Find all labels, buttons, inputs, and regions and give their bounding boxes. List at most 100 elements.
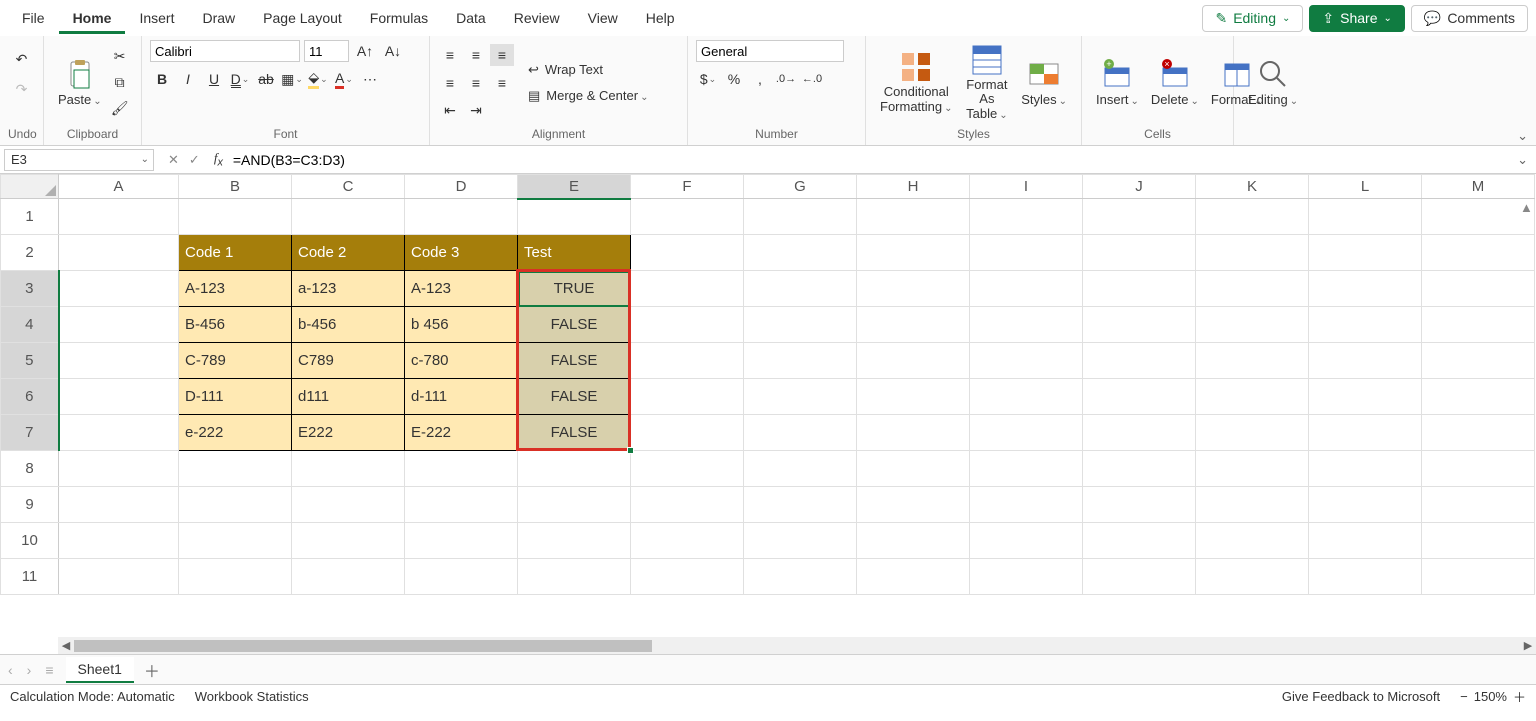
cell-H10[interactable] bbox=[857, 523, 970, 559]
menu-help[interactable]: Help bbox=[632, 2, 689, 34]
cell-H9[interactable] bbox=[857, 487, 970, 523]
cell-M10[interactable] bbox=[1422, 523, 1535, 559]
cell-E1[interactable] bbox=[518, 199, 631, 235]
column-header-J[interactable]: J bbox=[1083, 175, 1196, 199]
increase-font-button[interactable]: A↑ bbox=[353, 40, 377, 62]
cell-E4[interactable]: FALSE bbox=[518, 307, 631, 343]
cell-F1[interactable] bbox=[631, 199, 744, 235]
row-header-4[interactable]: 4 bbox=[1, 307, 59, 343]
cell-K11[interactable] bbox=[1196, 559, 1309, 595]
cell-B10[interactable] bbox=[179, 523, 292, 559]
cell-L11[interactable] bbox=[1309, 559, 1422, 595]
copy-button[interactable]: ⧉ bbox=[108, 72, 132, 94]
insert-cells-button[interactable]: + Insert bbox=[1090, 58, 1145, 107]
cell-L7[interactable] bbox=[1309, 415, 1422, 451]
cell-E10[interactable] bbox=[518, 523, 631, 559]
cell-H7[interactable] bbox=[857, 415, 970, 451]
cell-I7[interactable] bbox=[970, 415, 1083, 451]
cell-A11[interactable] bbox=[59, 559, 179, 595]
add-sheet-button[interactable]: ＋ bbox=[144, 658, 160, 682]
cut-button[interactable]: ✂ bbox=[108, 46, 132, 68]
cell-I9[interactable] bbox=[970, 487, 1083, 523]
cell-C3[interactable]: a-123 bbox=[292, 271, 405, 307]
cell-B1[interactable] bbox=[179, 199, 292, 235]
cell-H1[interactable] bbox=[857, 199, 970, 235]
cell-K2[interactable] bbox=[1196, 235, 1309, 271]
cell-I4[interactable] bbox=[970, 307, 1083, 343]
menu-home[interactable]: Home bbox=[59, 2, 126, 34]
row-header-1[interactable]: 1 bbox=[1, 199, 59, 235]
cell-F8[interactable] bbox=[631, 451, 744, 487]
cell-H2[interactable] bbox=[857, 235, 970, 271]
align-right-button[interactable]: ≡ bbox=[490, 72, 514, 94]
menu-formulas[interactable]: Formulas bbox=[356, 2, 442, 34]
comma-button[interactable]: , bbox=[748, 68, 772, 90]
double-underline-button[interactable]: D bbox=[228, 68, 252, 90]
row-header-11[interactable]: 11 bbox=[1, 559, 59, 595]
menu-view[interactable]: View bbox=[574, 2, 632, 34]
cell-A9[interactable] bbox=[59, 487, 179, 523]
cell-L2[interactable] bbox=[1309, 235, 1422, 271]
row-header-8[interactable]: 8 bbox=[1, 451, 59, 487]
cell-J10[interactable] bbox=[1083, 523, 1196, 559]
cell-D6[interactable]: d-111 bbox=[405, 379, 518, 415]
cell-F9[interactable] bbox=[631, 487, 744, 523]
name-box[interactable]: E3 ⌄ bbox=[4, 149, 154, 171]
format-painter-button[interactable]: 🖌 bbox=[108, 98, 132, 120]
row-header-10[interactable]: 10 bbox=[1, 523, 59, 559]
menu-review[interactable]: Review bbox=[500, 2, 574, 34]
cell-C1[interactable] bbox=[292, 199, 405, 235]
cell-K1[interactable] bbox=[1196, 199, 1309, 235]
number-format-combo[interactable] bbox=[696, 40, 844, 62]
cell-K3[interactable] bbox=[1196, 271, 1309, 307]
row-header-5[interactable]: 5 bbox=[1, 343, 59, 379]
cell-G6[interactable] bbox=[744, 379, 857, 415]
cell-I11[interactable] bbox=[970, 559, 1083, 595]
cell-M3[interactable] bbox=[1422, 271, 1535, 307]
cell-K6[interactable] bbox=[1196, 379, 1309, 415]
cell-L1[interactable] bbox=[1309, 199, 1422, 235]
cell-K9[interactable] bbox=[1196, 487, 1309, 523]
cell-E8[interactable] bbox=[518, 451, 631, 487]
cell-A6[interactable] bbox=[59, 379, 179, 415]
column-header-C[interactable]: C bbox=[292, 175, 405, 199]
cell-G3[interactable] bbox=[744, 271, 857, 307]
conditional-formatting-button[interactable]: Conditional Formatting bbox=[874, 51, 959, 114]
all-sheets-button[interactable]: ≡ bbox=[43, 662, 55, 678]
cell-G8[interactable] bbox=[744, 451, 857, 487]
align-left-button[interactable]: ≡ bbox=[438, 72, 462, 94]
cell-M8[interactable] bbox=[1422, 451, 1535, 487]
cell-F4[interactable] bbox=[631, 307, 744, 343]
increase-indent-button[interactable]: ⇥ bbox=[464, 100, 488, 122]
cell-I1[interactable] bbox=[970, 199, 1083, 235]
cell-K4[interactable] bbox=[1196, 307, 1309, 343]
cell-D10[interactable] bbox=[405, 523, 518, 559]
cell-M5[interactable] bbox=[1422, 343, 1535, 379]
cell-M9[interactable] bbox=[1422, 487, 1535, 523]
menu-data[interactable]: Data bbox=[442, 2, 500, 34]
cell-D1[interactable] bbox=[405, 199, 518, 235]
cell-K5[interactable] bbox=[1196, 343, 1309, 379]
cell-G4[interactable] bbox=[744, 307, 857, 343]
cell-G5[interactable] bbox=[744, 343, 857, 379]
select-all-corner[interactable] bbox=[1, 175, 59, 199]
cell-L8[interactable] bbox=[1309, 451, 1422, 487]
cell-A4[interactable] bbox=[59, 307, 179, 343]
cell-J2[interactable] bbox=[1083, 235, 1196, 271]
cell-M11[interactable] bbox=[1422, 559, 1535, 595]
column-header-B[interactable]: B bbox=[179, 175, 292, 199]
column-header-G[interactable]: G bbox=[744, 175, 857, 199]
bold-button[interactable]: B bbox=[150, 68, 174, 90]
cell-E5[interactable]: FALSE bbox=[518, 343, 631, 379]
row-header-9[interactable]: 9 bbox=[1, 487, 59, 523]
cell-C8[interactable] bbox=[292, 451, 405, 487]
sheet-tab-sheet1[interactable]: Sheet1 bbox=[66, 657, 134, 683]
cell-A1[interactable] bbox=[59, 199, 179, 235]
cell-H8[interactable] bbox=[857, 451, 970, 487]
cell-H6[interactable] bbox=[857, 379, 970, 415]
horizontal-scrollbar[interactable]: ◀ ▶ bbox=[58, 637, 1536, 654]
cell-L4[interactable] bbox=[1309, 307, 1422, 343]
cell-B8[interactable] bbox=[179, 451, 292, 487]
cell-H4[interactable] bbox=[857, 307, 970, 343]
column-header-F[interactable]: F bbox=[631, 175, 744, 199]
